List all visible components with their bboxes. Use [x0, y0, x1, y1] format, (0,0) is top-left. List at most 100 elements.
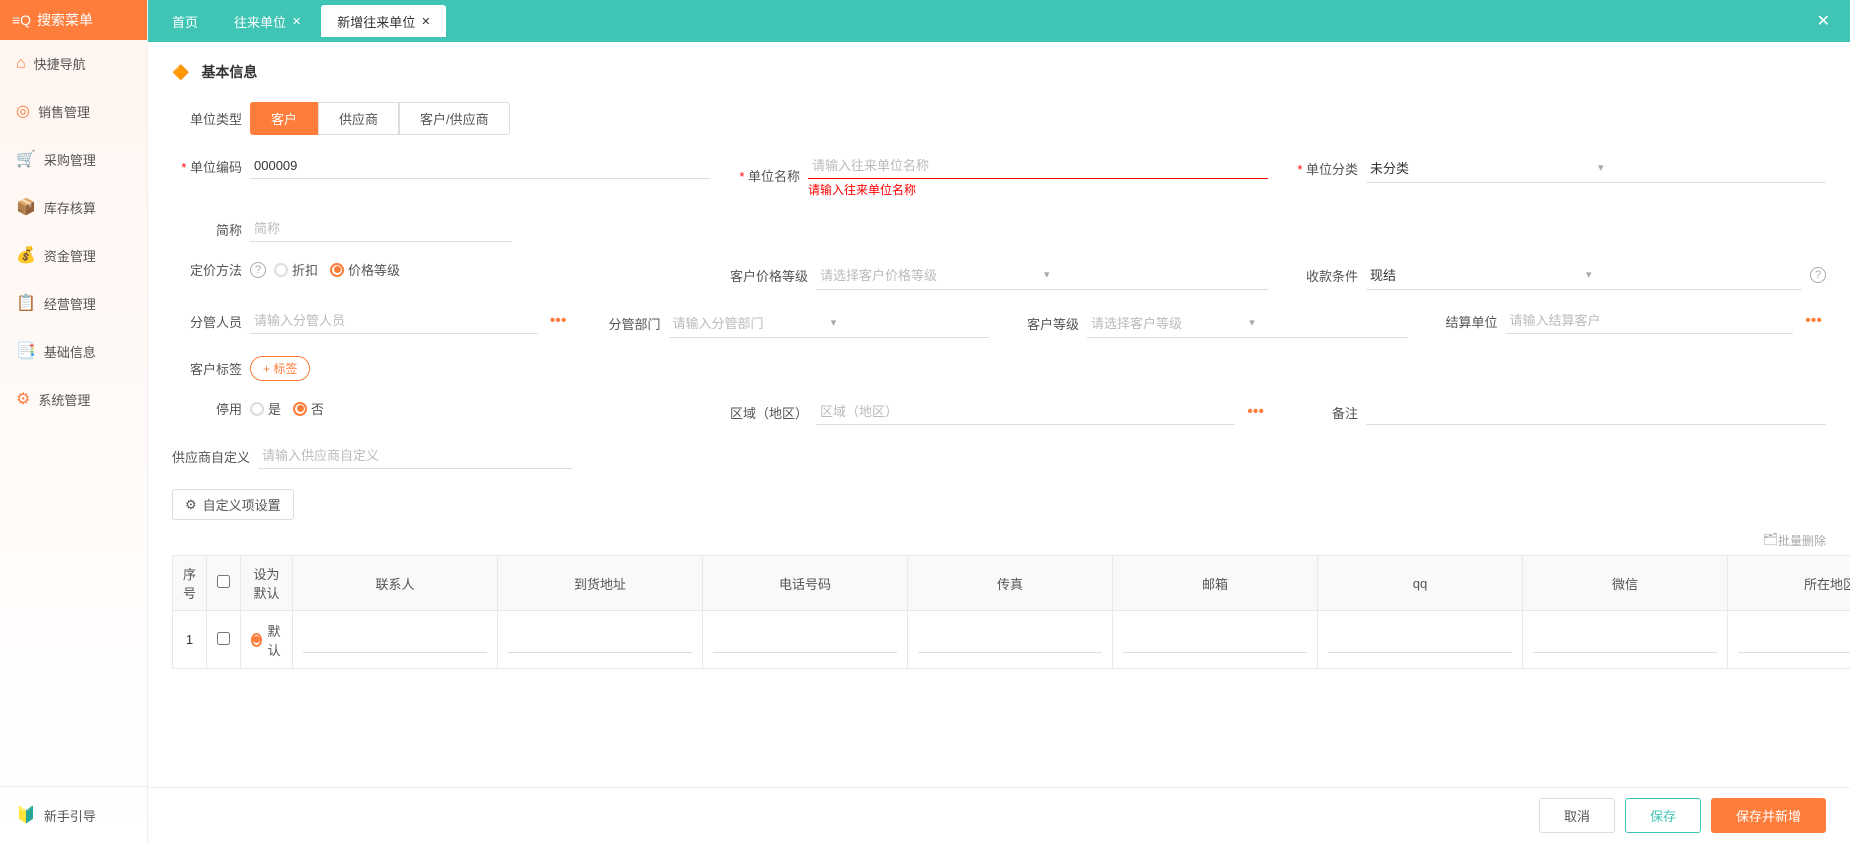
radio-price-level[interactable]: 价格等级 [330, 260, 400, 279]
tab-new-partner-close[interactable]: ✕ [421, 15, 430, 28]
select-all-checkbox[interactable] [217, 575, 230, 588]
manager-input[interactable] [250, 308, 538, 334]
pricing-radio-group: 折扣 价格等级 [274, 260, 400, 279]
tab-partner-close[interactable]: ✕ [292, 15, 301, 28]
sidebar-item-inventory[interactable]: 📦 库存核算 [0, 183, 147, 231]
radio-no-label: 否 [311, 399, 324, 418]
col-region: 所在地区 [1728, 556, 1850, 611]
radio-price-level-dot [334, 266, 341, 273]
col-fax: 传真 [908, 556, 1113, 611]
batch-delete-icon: 🗂 [1763, 532, 1778, 549]
tab-home[interactable]: 首页 [156, 5, 214, 37]
unit-name-wrap: 请输入往来单位名称 [808, 153, 1268, 198]
pricing-help-icon[interactable]: ? [250, 262, 266, 278]
pricing-row: 定价方法 ? 折扣 价格等级 客户价格等级 [172, 260, 1826, 290]
search-menu[interactable]: ≡Q 搜索菜单 [0, 0, 147, 40]
manager-dots-button[interactable]: ••• [546, 312, 571, 330]
sidebar-item-basic-info[interactable]: 📑 基础信息 [0, 327, 147, 375]
unit-category-select[interactable]: 未分类 ▾ [1366, 153, 1826, 183]
address-input[interactable] [508, 627, 692, 653]
price-level-label: 客户价格等级 [730, 266, 808, 285]
wechat-input[interactable] [1533, 627, 1717, 653]
tab-new-partner[interactable]: 新增往来单位 ✕ [321, 5, 446, 37]
table-region-input[interactable] [1738, 627, 1850, 653]
unit-code-input[interactable] [250, 153, 710, 179]
radio-no-circle [293, 402, 307, 416]
row-default-radio[interactable]: 默认 [251, 621, 282, 659]
batch-delete-area[interactable]: 🗂 批量删除 [172, 532, 1826, 549]
radio-yes[interactable]: 是 [250, 399, 281, 418]
payment-terms-value: 现结 [1370, 265, 1582, 284]
unit-code-label: 单位编码 [172, 157, 242, 176]
sidebar-label-system: 系统管理 [38, 390, 90, 409]
sidebar-label-operation: 经营管理 [44, 294, 96, 313]
short-name-input[interactable] [250, 216, 512, 242]
close-all-button[interactable]: ✕ [1805, 11, 1842, 31]
settlement-input[interactable] [1506, 308, 1794, 334]
radio-no[interactable]: 否 [293, 399, 324, 418]
custom-settings-button[interactable]: ⚙ 自定义项设置 [172, 489, 294, 520]
unit-name-input[interactable] [808, 153, 1268, 179]
batch-delete-label: 批量删除 [1778, 532, 1826, 549]
manager-row: 分管人员 ••• 分管部门 请输入分管部门 ▾ 客户等级 请选择客户等级 ▾ 结… [172, 308, 1826, 338]
unit-type-supplier[interactable]: 供应商 [318, 102, 399, 135]
search-icon: ≡Q [12, 12, 31, 28]
customer-level-item: 客户等级 请选择客户等级 ▾ [1009, 308, 1408, 338]
disabled-item: 停用 是 否 [172, 399, 710, 418]
purchase-icon: 🛒 [16, 149, 36, 169]
customer-level-select[interactable]: 请选择客户等级 ▾ [1087, 308, 1408, 338]
price-level-placeholder: 请选择客户价格等级 [820, 265, 1040, 284]
sidebar-item-system[interactable]: ⚙ 系统管理 [0, 375, 147, 423]
unit-type-both[interactable]: 客户/供应商 [399, 102, 510, 135]
sidebar-item-quick-nav[interactable]: ⌂ 快捷导航 [0, 40, 147, 87]
cell-seq: 1 [173, 611, 207, 669]
section-title: 基本信息 [201, 62, 257, 82]
search-menu-label: 搜索菜单 [37, 10, 93, 30]
pricing-method-item: 定价方法 ? 折扣 价格等级 [172, 260, 710, 279]
tab-new-partner-label: 新增往来单位 [337, 12, 415, 31]
contact-input[interactable] [303, 627, 487, 653]
region-item: 区域（地区） ••• [730, 399, 1268, 425]
row-default-label: 默认 [266, 621, 282, 659]
main-area: 首页 往来单位 ✕ 新增往来单位 ✕ ✕ 🔶 基本信息 单位类型 客户 供应商 … [148, 0, 1850, 843]
sidebar-item-sales[interactable]: ◎ 销售管理 [0, 87, 147, 135]
manager-item: 分管人员 ••• [172, 308, 571, 334]
col-phone: 电话号码 [703, 556, 908, 611]
add-tag-button[interactable]: + 标签 [250, 356, 310, 381]
unit-category-value: 未分类 [1370, 158, 1594, 177]
dept-placeholder: 请输入分管部门 [673, 313, 827, 332]
phone-input[interactable] [713, 627, 897, 653]
tab-partner[interactable]: 往来单位 ✕ [218, 5, 317, 37]
remark-input[interactable] [1366, 399, 1826, 425]
cancel-button[interactable]: 取消 [1539, 798, 1615, 833]
settlement-dots-button[interactable]: ••• [1801, 312, 1826, 330]
dept-select[interactable]: 请输入分管部门 ▾ [669, 308, 990, 338]
row-checkbox[interactable] [217, 632, 230, 645]
unit-name-error: 请输入往来单位名称 [808, 181, 1268, 198]
disabled-label: 停用 [172, 399, 242, 418]
email-input[interactable] [1123, 627, 1307, 653]
table-body: 1 默认 [173, 611, 1850, 669]
sidebar-item-guide[interactable]: 🔰 新手引导 [0, 795, 147, 835]
unit-name-label: 单位名称 [730, 166, 800, 185]
save-new-button[interactable]: 保存并新增 [1711, 798, 1826, 833]
fax-input[interactable] [918, 627, 1102, 653]
unit-type-customer[interactable]: 客户 [250, 102, 318, 135]
price-level-select[interactable]: 请选择客户价格等级 ▾ [816, 260, 1268, 290]
save-button[interactable]: 保存 [1625, 798, 1701, 833]
payment-terms-select[interactable]: 现结 ▾ [1366, 260, 1802, 290]
unit-code-item: 单位编码 [172, 153, 710, 179]
radio-discount[interactable]: 折扣 [274, 260, 318, 279]
col-checkbox [207, 556, 241, 611]
qq-input[interactable] [1328, 627, 1512, 653]
col-email: 邮箱 [1113, 556, 1318, 611]
supplier-custom-input[interactable] [258, 443, 572, 469]
sidebar-item-finance[interactable]: 💰 资金管理 [0, 231, 147, 279]
col-wechat: 微信 [1523, 556, 1728, 611]
sidebar-item-purchase[interactable]: 🛒 采购管理 [0, 135, 147, 183]
region-input[interactable] [816, 399, 1235, 425]
sidebar-label-sales: 销售管理 [38, 102, 90, 121]
payment-terms-help-icon[interactable]: ? [1810, 267, 1826, 283]
sidebar-item-operation[interactable]: 📋 经营管理 [0, 279, 147, 327]
region-dots-button[interactable]: ••• [1243, 403, 1268, 421]
